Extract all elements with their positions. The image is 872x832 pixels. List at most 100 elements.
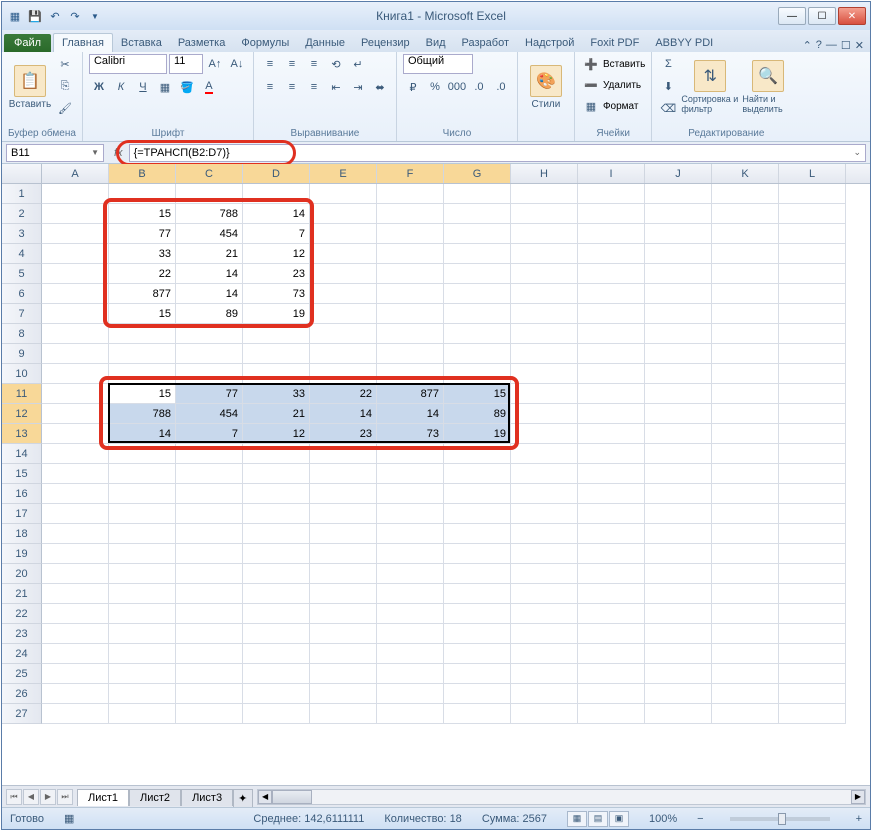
- cell[interactable]: [444, 324, 511, 344]
- row-header[interactable]: 25: [2, 664, 42, 684]
- cell[interactable]: [109, 704, 176, 724]
- cell[interactable]: [712, 564, 779, 584]
- doc-minimize-icon[interactable]: —: [826, 39, 837, 52]
- cell[interactable]: [176, 344, 243, 364]
- cell[interactable]: [645, 404, 712, 424]
- row-header[interactable]: 5: [2, 264, 42, 284]
- cell[interactable]: 15: [109, 204, 176, 224]
- border-icon[interactable]: ▦: [155, 77, 175, 97]
- cell[interactable]: [444, 304, 511, 324]
- number-format-select[interactable]: Общий: [403, 54, 473, 74]
- cell[interactable]: [176, 364, 243, 384]
- cell[interactable]: [377, 704, 444, 724]
- cell[interactable]: [712, 504, 779, 524]
- cell[interactable]: [779, 204, 846, 224]
- indent-increase-icon[interactable]: ⇥: [348, 77, 368, 97]
- cell[interactable]: [243, 444, 310, 464]
- cell[interactable]: [310, 604, 377, 624]
- cell[interactable]: [109, 584, 176, 604]
- cell[interactable]: [444, 644, 511, 664]
- cell[interactable]: [779, 464, 846, 484]
- cell[interactable]: [42, 264, 109, 284]
- col-header-J[interactable]: J: [645, 164, 712, 183]
- cell[interactable]: [377, 624, 444, 644]
- cell[interactable]: 22: [310, 384, 377, 404]
- cell[interactable]: [377, 544, 444, 564]
- cell[interactable]: [578, 704, 645, 724]
- col-header-L[interactable]: L: [779, 164, 846, 183]
- cell[interactable]: [779, 364, 846, 384]
- cell[interactable]: [310, 564, 377, 584]
- cell[interactable]: [511, 604, 578, 624]
- row-header[interactable]: 6: [2, 284, 42, 304]
- formula-input[interactable]: {=ТРАНСП(B2:D7)} ⌄: [129, 144, 866, 162]
- percent-icon[interactable]: %: [425, 77, 445, 97]
- col-header-I[interactable]: I: [578, 164, 645, 183]
- cell[interactable]: [377, 644, 444, 664]
- row-header[interactable]: 12: [2, 404, 42, 424]
- cell[interactable]: [377, 344, 444, 364]
- increase-decimal-icon[interactable]: .0: [469, 77, 489, 97]
- cell[interactable]: [310, 584, 377, 604]
- cell[interactable]: [444, 284, 511, 304]
- cell[interactable]: [42, 344, 109, 364]
- cell[interactable]: [444, 464, 511, 484]
- cell[interactable]: [712, 464, 779, 484]
- cell[interactable]: 14: [109, 424, 176, 444]
- cell[interactable]: [645, 664, 712, 684]
- cell[interactable]: [578, 284, 645, 304]
- cell[interactable]: [645, 224, 712, 244]
- cell[interactable]: 89: [444, 404, 511, 424]
- cut-icon[interactable]: ✂: [55, 54, 75, 74]
- sheet-next-icon[interactable]: ▶: [40, 789, 56, 805]
- view-pagebreak-icon[interactable]: ▣: [609, 811, 629, 827]
- cell[interactable]: [511, 504, 578, 524]
- row-header[interactable]: 19: [2, 544, 42, 564]
- autosum-icon[interactable]: Σ: [658, 54, 678, 74]
- cell[interactable]: [444, 524, 511, 544]
- cell[interactable]: [645, 564, 712, 584]
- cell[interactable]: [377, 604, 444, 624]
- cell[interactable]: 33: [109, 244, 176, 264]
- cell[interactable]: [377, 284, 444, 304]
- row-header[interactable]: 10: [2, 364, 42, 384]
- cell[interactable]: [243, 704, 310, 724]
- cell[interactable]: 788: [109, 404, 176, 424]
- cell[interactable]: [511, 324, 578, 344]
- cell[interactable]: [578, 544, 645, 564]
- font-name-select[interactable]: Calibri: [89, 54, 167, 74]
- cell[interactable]: [712, 244, 779, 264]
- cell[interactable]: [779, 704, 846, 724]
- cell[interactable]: [243, 184, 310, 204]
- cell[interactable]: [779, 604, 846, 624]
- cell[interactable]: [511, 184, 578, 204]
- cell[interactable]: [42, 284, 109, 304]
- decrease-font-icon[interactable]: A↓: [227, 54, 247, 74]
- merge-icon[interactable]: ⬌: [370, 77, 390, 97]
- cell[interactable]: [511, 544, 578, 564]
- cell[interactable]: [243, 584, 310, 604]
- cell[interactable]: [511, 264, 578, 284]
- cell[interactable]: [779, 404, 846, 424]
- cell[interactable]: [444, 684, 511, 704]
- close-button[interactable]: ✕: [838, 7, 866, 25]
- cell[interactable]: [310, 224, 377, 244]
- cell[interactable]: [511, 584, 578, 604]
- col-header-F[interactable]: F: [377, 164, 444, 183]
- cell[interactable]: [310, 704, 377, 724]
- cell[interactable]: [645, 484, 712, 504]
- cell[interactable]: [578, 184, 645, 204]
- cell[interactable]: [444, 624, 511, 644]
- tab-developer[interactable]: Разработ: [454, 34, 517, 52]
- delete-cells-button[interactable]: ➖Удалить: [581, 75, 641, 95]
- cell[interactable]: [511, 424, 578, 444]
- cell[interactable]: 14: [243, 204, 310, 224]
- cell[interactable]: [42, 384, 109, 404]
- insert-cells-button[interactable]: ➕Вставить: [581, 54, 645, 74]
- tab-data[interactable]: Данные: [297, 34, 353, 52]
- row-header[interactable]: 2: [2, 204, 42, 224]
- cell[interactable]: [712, 684, 779, 704]
- cell[interactable]: [712, 284, 779, 304]
- cell[interactable]: [243, 524, 310, 544]
- cell[interactable]: [377, 564, 444, 584]
